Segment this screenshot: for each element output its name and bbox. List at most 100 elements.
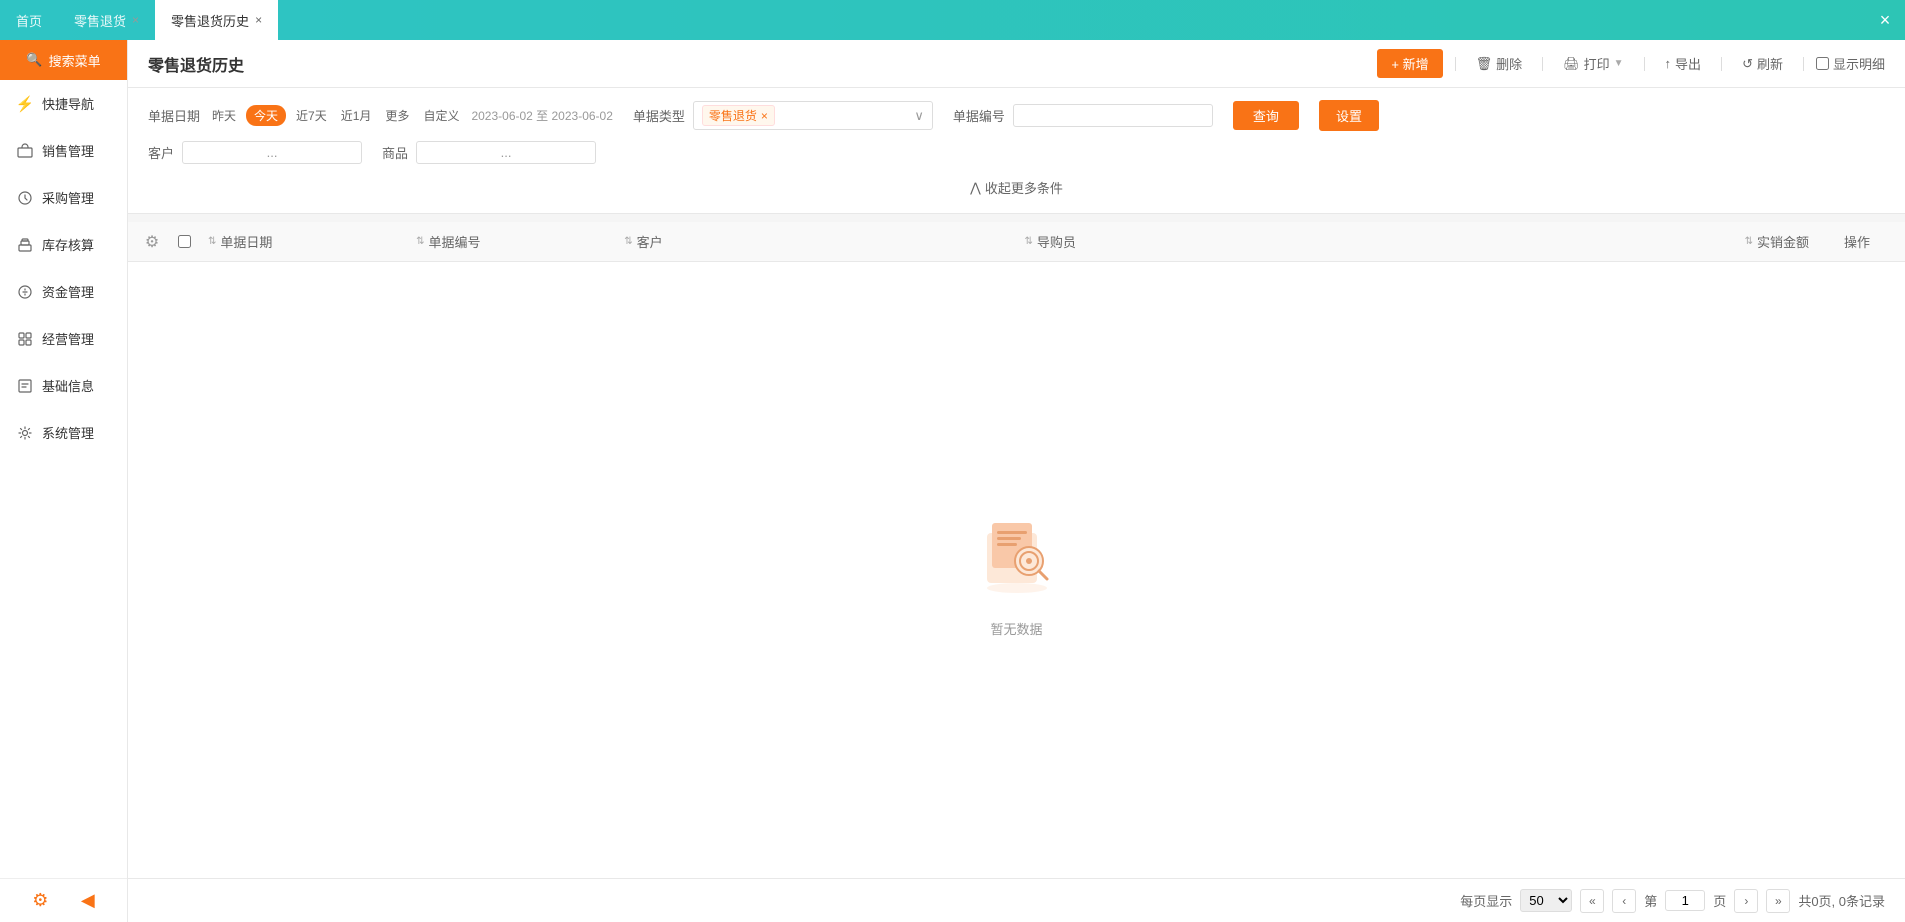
goods-filter-btn[interactable]: ... — [416, 141, 596, 164]
first-page-btn[interactable]: « — [1580, 889, 1604, 913]
collapse-button[interactable]: ⋀ 收起更多条件 — [958, 174, 1075, 201]
th-number-label: 单据编号 — [429, 232, 481, 251]
sidebar-item-inventory[interactable]: 库存核算 — [0, 221, 127, 268]
sidebar-item-purchase-mgmt[interactable]: 采购管理 — [0, 174, 127, 221]
tab-retail-return-history-label: 零售退货历史 — [171, 11, 249, 30]
window-close-button[interactable]: × — [1865, 0, 1905, 40]
sidebar-item-sys-mgmt[interactable]: 系统管理 — [0, 409, 127, 456]
goods-filter-label: 商品 — [382, 143, 408, 162]
empty-text: 暂无数据 — [990, 619, 1042, 638]
sidebar-search[interactable]: 🔍 搜索菜单 — [0, 40, 127, 80]
date-btn-yesterday[interactable]: 昨天 — [208, 105, 240, 126]
date-btn-1month[interactable]: 近1月 — [337, 105, 376, 126]
table-settings-btn[interactable]: ⚙ — [136, 232, 168, 252]
per-page-select[interactable]: 10 20 50 100 — [1520, 889, 1572, 912]
th-sort-icon-3[interactable]: ⇅ — [624, 236, 632, 247]
quick-nav-icon: ⚡ — [16, 95, 34, 113]
last-page-btn[interactable]: » — [1766, 889, 1790, 913]
date-btn-today[interactable]: 今天 — [246, 105, 286, 126]
type-select[interactable]: 零售退货 × ∨ — [693, 101, 933, 130]
sidebar-item-purchase-mgmt-label: 采购管理 — [42, 188, 94, 207]
export-icon: ↑ — [1665, 56, 1672, 71]
inventory-icon — [16, 236, 34, 254]
search-icon: 🔍 — [26, 52, 42, 68]
th-sort-icon-5[interactable]: ⇅ — [1745, 236, 1753, 247]
customer-filter-btn[interactable]: ... — [182, 141, 362, 164]
date-btn-custom[interactable]: 自定义 — [419, 105, 463, 126]
tab-retail-return-close[interactable]: × — [132, 13, 139, 27]
tab-home[interactable]: 首页 — [0, 0, 58, 40]
sidebar-item-finance-label: 资金管理 — [42, 282, 94, 301]
date-btn-more[interactable]: 更多 — [381, 105, 413, 126]
page-title: 零售退货历史 — [148, 52, 244, 76]
sidebar-nav: ⚡ 快捷导航 销售管理 采购管理 库存核算 — [0, 80, 127, 878]
refresh-icon: ↺ — [1742, 56, 1753, 72]
finance-icon — [16, 283, 34, 301]
tab-retail-return-history[interactable]: 零售退货历史 × — [155, 0, 278, 40]
prev-page-btn[interactable]: ‹ — [1612, 889, 1636, 913]
type-tag-label: 零售退货 — [709, 107, 757, 124]
goods-filter-item: 商品 ... — [382, 141, 596, 164]
new-button[interactable]: + 新增 — [1377, 49, 1442, 78]
date-filter-label: 单据日期 — [148, 106, 200, 125]
sidebar-bottom: ⚙ ◀ — [0, 878, 127, 922]
query-button[interactable]: 查询 — [1233, 101, 1299, 130]
per-page-label: 每页显示 — [1460, 891, 1512, 910]
collapse-label: 收起更多条件 — [985, 178, 1063, 197]
tab-retail-return-history-close[interactable]: × — [255, 13, 262, 27]
sidebar-item-inventory-label: 库存核算 — [42, 235, 94, 254]
type-tag: 零售退货 × — [702, 105, 775, 126]
total-label: 共0页, 0条记录 — [1798, 891, 1885, 910]
sidebar-item-basic-info[interactable]: 基础信息 — [0, 362, 127, 409]
filter-row-2: 客户 ... 商品 ... — [148, 141, 1885, 164]
date-range-display: 2023-06-02 至 2023-06-02 — [471, 107, 612, 124]
collapse-sidebar-btn[interactable]: ◀ — [81, 890, 95, 911]
sales-mgmt-icon — [16, 142, 34, 160]
print-button[interactable]: 🖨 打印 ▼ — [1555, 50, 1631, 77]
th-sort-icon-4[interactable]: ⇅ — [1025, 236, 1033, 247]
number-filter-input[interactable] — [1013, 104, 1213, 127]
divider-3 — [1644, 57, 1645, 71]
goto-label: 第 — [1644, 891, 1657, 910]
next-page-btn[interactable]: › — [1734, 889, 1758, 913]
th-date: ⇅ 单据日期 — [200, 232, 408, 251]
table-area: ⚙ ⇅ 单据日期 ⇅ 单据编号 ⇅ 客户 ⇅ 导购员 — [128, 222, 1905, 922]
delete-button[interactable]: 🗑 删除 — [1468, 50, 1531, 77]
th-ops-label: 操作 — [1844, 235, 1870, 250]
customer-filter-item: 客户 ... — [148, 141, 362, 164]
th-sort-icon-2[interactable]: ⇅ — [416, 236, 424, 247]
page-input[interactable] — [1665, 890, 1705, 911]
sidebar-item-ops-mgmt[interactable]: 经营管理 — [0, 315, 127, 362]
table-select-all[interactable] — [168, 235, 200, 248]
sidebar-item-sales-mgmt-label: 销售管理 — [42, 141, 94, 160]
settings-button[interactable]: 设置 — [1319, 100, 1379, 131]
type-filter-item: 单据类型 零售退货 × ∨ — [633, 101, 933, 130]
th-amount-label: 实销金额 — [1757, 232, 1809, 251]
sidebar-item-sales-mgmt[interactable]: 销售管理 — [0, 127, 127, 174]
export-button[interactable]: ↑ 导出 — [1657, 50, 1710, 77]
sidebar-item-quick-nav[interactable]: ⚡ 快捷导航 — [0, 80, 127, 127]
main-layout: 🔍 搜索菜单 ⚡ 快捷导航 销售管理 采购管理 — [0, 40, 1905, 922]
date-btn-7days[interactable]: 近7天 — [292, 105, 331, 126]
settings-icon-btn[interactable]: ⚙ — [32, 890, 48, 911]
divider-1 — [1455, 57, 1456, 71]
export-label: 导出 — [1675, 54, 1701, 73]
refresh-button[interactable]: ↺ 刷新 — [1734, 50, 1791, 77]
divider-2 — [1542, 57, 1543, 71]
select-all-checkbox[interactable] — [178, 235, 191, 248]
show-detail-checkbox-label[interactable]: 显示明细 — [1816, 54, 1885, 73]
th-sort-icon[interactable]: ⇅ — [208, 236, 216, 247]
type-tag-remove[interactable]: × — [761, 109, 768, 123]
sidebar-item-ops-mgmt-label: 经营管理 — [42, 329, 94, 348]
pagination: 每页显示 10 20 50 100 « ‹ 第 页 › » 共0页, 0条记录 — [128, 878, 1905, 922]
tab-retail-return[interactable]: 零售退货 × — [58, 0, 155, 40]
print-arrow-icon: ▼ — [1614, 58, 1624, 69]
th-customer-label: 客户 — [637, 232, 663, 251]
sidebar-item-quick-nav-label: 快捷导航 — [42, 94, 94, 113]
sidebar-item-finance[interactable]: 资金管理 — [0, 268, 127, 315]
date-filter-item: 单据日期 昨天 今天 近7天 近1月 更多 自定义 2023-06-02 至 2… — [148, 105, 613, 126]
sys-mgmt-icon — [16, 424, 34, 442]
show-detail-checkbox[interactable] — [1816, 57, 1829, 70]
top-bar: 首页 零售退货 × 零售退货历史 × × — [0, 0, 1905, 40]
th-guide-label: 导购员 — [1037, 232, 1076, 251]
